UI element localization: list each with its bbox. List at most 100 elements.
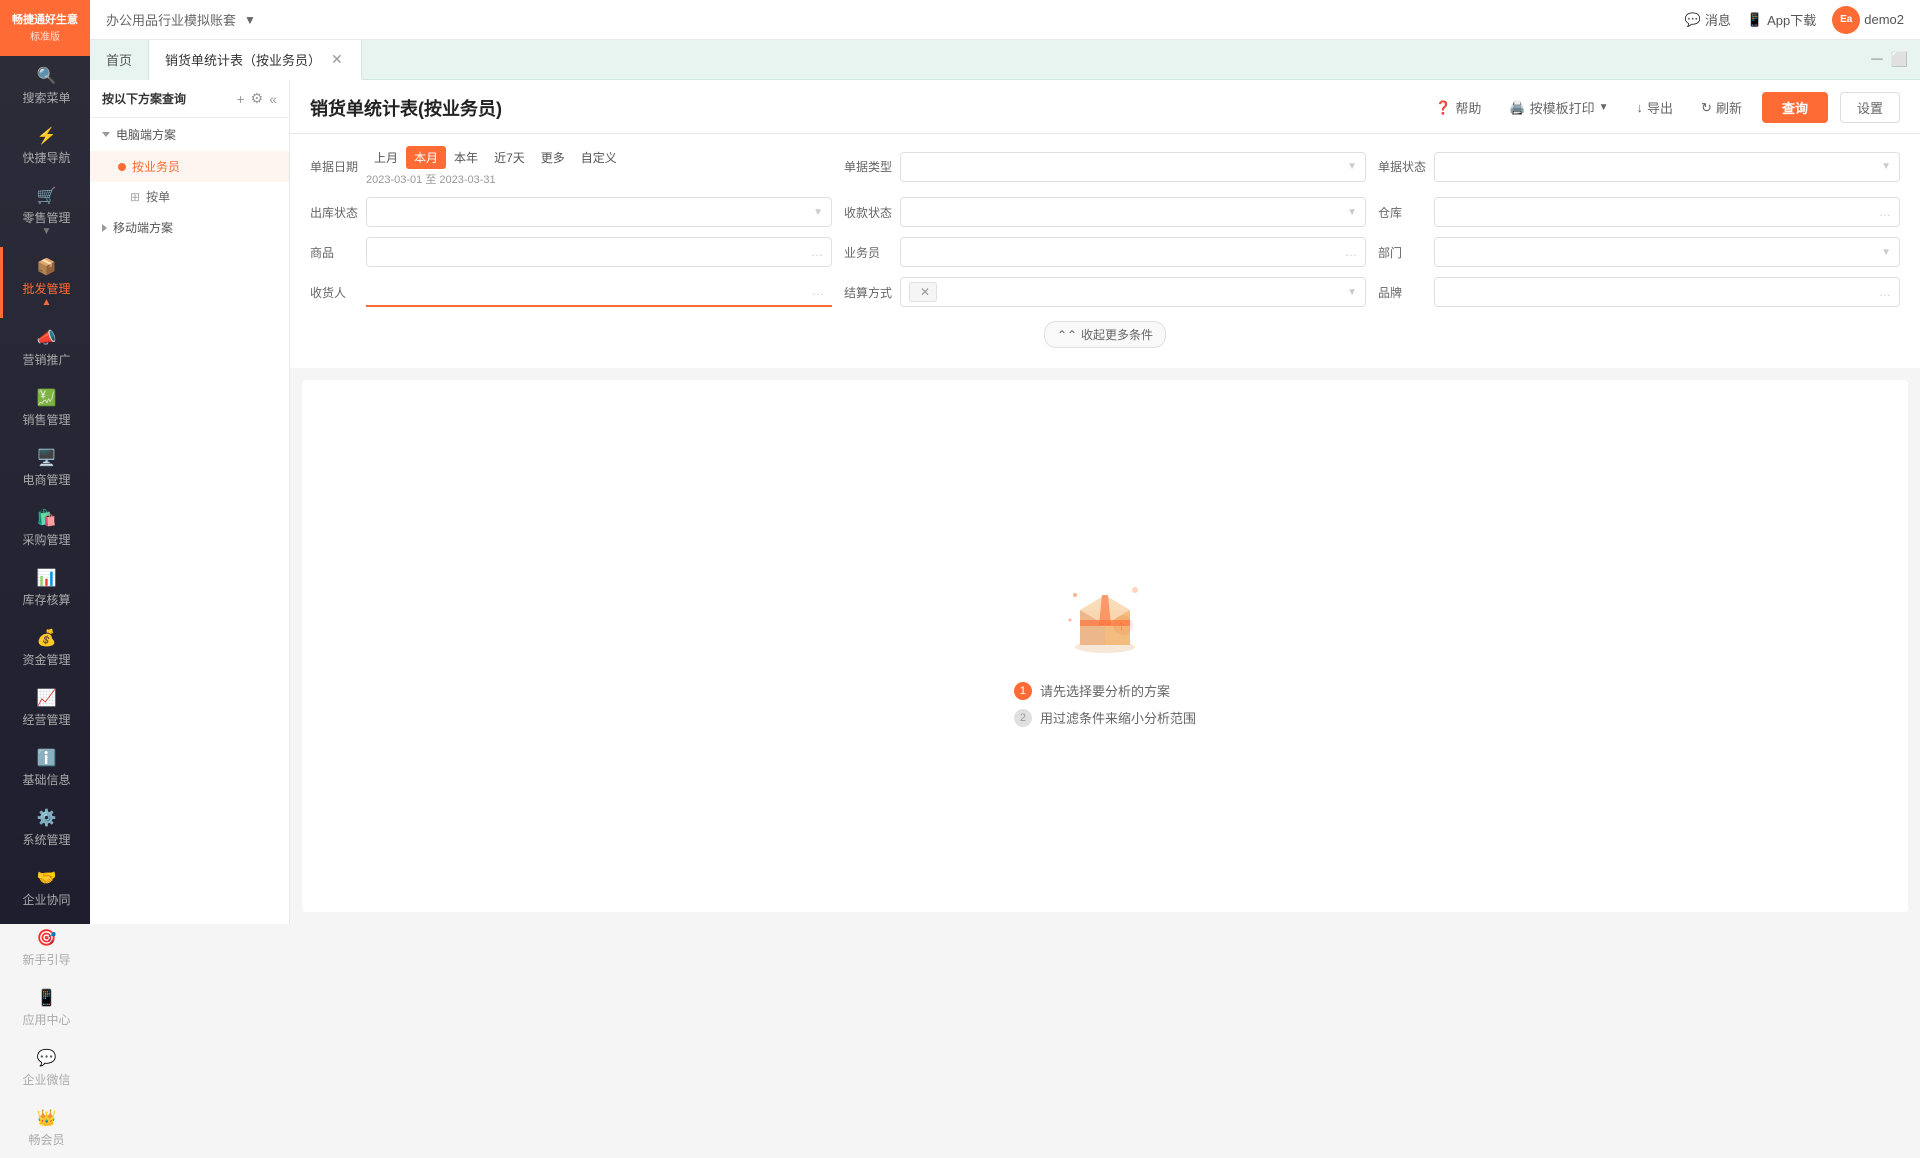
print-button[interactable]: 🖨️ 按模板打印 ▼ <box>1501 94 1616 121</box>
bill-status-field: 单据状态 ▼ <box>1378 152 1900 182</box>
tip-1-text: 请先选择要分析的方案 <box>1040 681 1170 700</box>
add-scheme-button[interactable]: + <box>236 91 244 107</box>
empty-tip-1: 1 请先选择要分析的方案 <box>1014 681 1196 700</box>
sidebar-item-label: 新手引导 <box>22 951 70 968</box>
pc-scheme-header[interactable]: 电脑端方案 <box>90 118 289 151</box>
goods-input[interactable]: … <box>366 237 832 267</box>
app-download-button[interactable]: 📱 App下载 <box>1747 10 1816 29</box>
export-button[interactable]: ↓ 导出 <box>1629 94 1682 121</box>
date-range-text: 2023-03-01 至 2023-03-31 <box>366 171 832 187</box>
page-title: 销货单统计表(按业务员) <box>310 95 502 121</box>
sidebar-item-appcenter[interactable]: 📱 应用中心 <box>0 978 90 1038</box>
filter-row-2: 出库状态 ▼ 收款状态 ▼ <box>310 197 1900 227</box>
date-tab-custom[interactable]: 自定义 <box>573 146 625 169</box>
mobile-scheme-header[interactable]: 移动端方案 <box>90 211 289 244</box>
dept-input[interactable]: ▼ <box>1434 237 1900 267</box>
warehouse-input[interactable]: … <box>1434 197 1900 227</box>
scheme-item-bill[interactable]: ⊞ 按单 <box>90 182 289 211</box>
tab-home[interactable]: 首页 <box>90 40 149 80</box>
out-status-input[interactable]: ▼ <box>366 197 832 227</box>
pc-scheme-arrow-icon <box>102 132 110 137</box>
scheme-item-salesperson-label: 按业务员 <box>132 158 180 175</box>
sidebar-item-inventory[interactable]: 📊 库存核算 <box>0 558 90 618</box>
tab-home-label: 首页 <box>106 50 132 69</box>
collab-icon: 🤝 <box>37 868 57 888</box>
bill-type-input[interactable]: ▼ <box>900 152 1366 182</box>
goods-label: 商品 <box>310 244 358 261</box>
receipt-status-dropdown-icon: ▼ <box>1347 207 1357 218</box>
help-label: 帮助 <box>1455 98 1481 117</box>
sidebar-item-wecom[interactable]: 💬 企业微信 <box>0 1038 90 1098</box>
sales-icon: 💹 <box>37 388 57 408</box>
msg-button[interactable]: 💬 消息 <box>1685 10 1731 29</box>
scheme-item-bill-label: 按单 <box>146 188 170 205</box>
sidebar-item-label: 零售管理 <box>22 209 70 226</box>
basic-icon: ℹ️ <box>37 748 57 768</box>
date-tab-thismonth[interactable]: 本月 <box>406 146 446 169</box>
wholesale-icon: 📦 <box>37 257 57 277</box>
tip-2-text: 用过滤条件来缩小分析范围 <box>1040 708 1196 727</box>
breadcrumb-dropdown[interactable]: ▼ <box>244 13 256 27</box>
scheme-settings-icon[interactable]: ⚙ <box>251 90 264 107</box>
username: demo2 <box>1864 12 1904 27</box>
date-tab-thisyear[interactable]: 本年 <box>446 146 486 169</box>
dept-dropdown-icon: ▼ <box>1881 247 1891 258</box>
sidebar-item-wholesale[interactable]: 📦 批发管理 ▲ <box>0 247 90 318</box>
receipt-status-input[interactable]: ▼ <box>900 197 1366 227</box>
app-icon: 📱 <box>1747 12 1763 28</box>
operation-icon: 📈 <box>37 688 57 708</box>
sidebar-item-label: 企业微信 <box>22 1071 70 1088</box>
sidebar-item-ecommerce[interactable]: 🖥️ 电商管理 <box>0 438 90 498</box>
sidebar-item-label: 库存核算 <box>22 591 70 608</box>
help-button[interactable]: ❓ 帮助 <box>1427 94 1489 121</box>
collapse-filter-button[interactable]: ⌃⌃ 收起更多条件 <box>1044 321 1166 348</box>
pc-scheme-label: 电脑端方案 <box>116 126 176 143</box>
sidebar-item-label: 搜索菜单 <box>22 89 70 106</box>
sidebar-item-sales[interactable]: 💹 销售管理 <box>0 378 90 438</box>
sidebar-logo: 畅捷通好生意 标准版 <box>0 0 90 56</box>
print-dropdown-icon[interactable]: ▼ <box>1599 102 1609 113</box>
sidebar-item-finance[interactable]: 💰 资金管理 <box>0 618 90 678</box>
sidebar-item-guide[interactable]: 🎯 新手引导 <box>0 918 90 978</box>
payment-tag-remove[interactable]: ✕ <box>920 285 930 299</box>
tab-close-icon[interactable]: ✕ <box>329 51 345 68</box>
sidebar-item-basic[interactable]: ℹ️ 基础信息 <box>0 738 90 798</box>
date-tab-lastmonth[interactable]: 上月 <box>366 146 406 169</box>
sidebar-item-search[interactable]: 🔍 搜索菜单 <box>0 56 90 116</box>
sidebar-item-purchase[interactable]: 🛍️ 采购管理 <box>0 498 90 558</box>
date-tab-more[interactable]: 更多 <box>533 146 573 169</box>
app-label: App下载 <box>1767 10 1816 29</box>
sidebar-item-label: 企业协同 <box>22 891 70 908</box>
tab-sales-stat[interactable]: 销货单统计表（按业务员） ✕ <box>149 40 362 80</box>
bill-type-dropdown-icon: ▼ <box>1347 161 1357 172</box>
tab-maximize-icon[interactable]: ⬜ <box>1891 51 1908 68</box>
sidebar-item-marketing[interactable]: 📣 营销推广 <box>0 318 90 378</box>
sidebar-item-member[interactable]: 👑 畅会员 <box>0 1098 90 1158</box>
sidebar-item-operation[interactable]: 📈 经营管理 <box>0 678 90 738</box>
payment-input[interactable]: ✕ ▼ <box>900 277 1366 307</box>
tab-minimize-icon[interactable]: ─ <box>1871 51 1882 69</box>
receiver-input[interactable]: … <box>366 277 832 307</box>
sidebar-item-system[interactable]: ⚙️ 系统管理 <box>0 798 90 858</box>
date-tab-7days[interactable]: 近7天 <box>486 146 533 169</box>
user-profile[interactable]: Ea demo2 <box>1832 6 1904 34</box>
scheme-item-salesperson[interactable]: 按业务员 <box>90 151 289 182</box>
main-area: 办公用品行业模拟账套 ▼ 💬 消息 📱 App下载 Ea demo2 首页 <box>90 0 1920 924</box>
out-status-dropdown-icon: ▼ <box>813 207 823 218</box>
sidebar-item-retail[interactable]: 🛒 零售管理 ▼ <box>0 176 90 247</box>
collapse-panel-icon[interactable]: « <box>269 91 277 107</box>
quicknav-icon: ⚡ <box>37 126 57 146</box>
sidebar-item-collab[interactable]: 🤝 企业协同 <box>0 858 90 918</box>
filter-area: 单据日期 上月 本月 本年 近7天 更多 自定义 <box>290 134 1920 368</box>
salesperson-input[interactable]: … <box>900 237 1366 267</box>
export-label: 导出 <box>1647 98 1673 117</box>
left-panel: 按以下方案查询 + ⚙ « 电脑端方案 按业务员 ⊞ <box>90 80 290 924</box>
query-button[interactable]: 查询 <box>1762 92 1828 123</box>
brand-input[interactable]: … <box>1434 277 1900 307</box>
sidebar-item-label: 采购管理 <box>22 531 70 548</box>
sidebar-item-quicknav[interactable]: ⚡ 快捷导航 <box>0 116 90 176</box>
bill-status-input[interactable]: ▼ <box>1434 152 1900 182</box>
settings-button[interactable]: 设置 <box>1840 92 1900 123</box>
left-panel-actions: + ⚙ « <box>236 90 277 107</box>
refresh-button[interactable]: ↻ 刷新 <box>1693 94 1750 121</box>
